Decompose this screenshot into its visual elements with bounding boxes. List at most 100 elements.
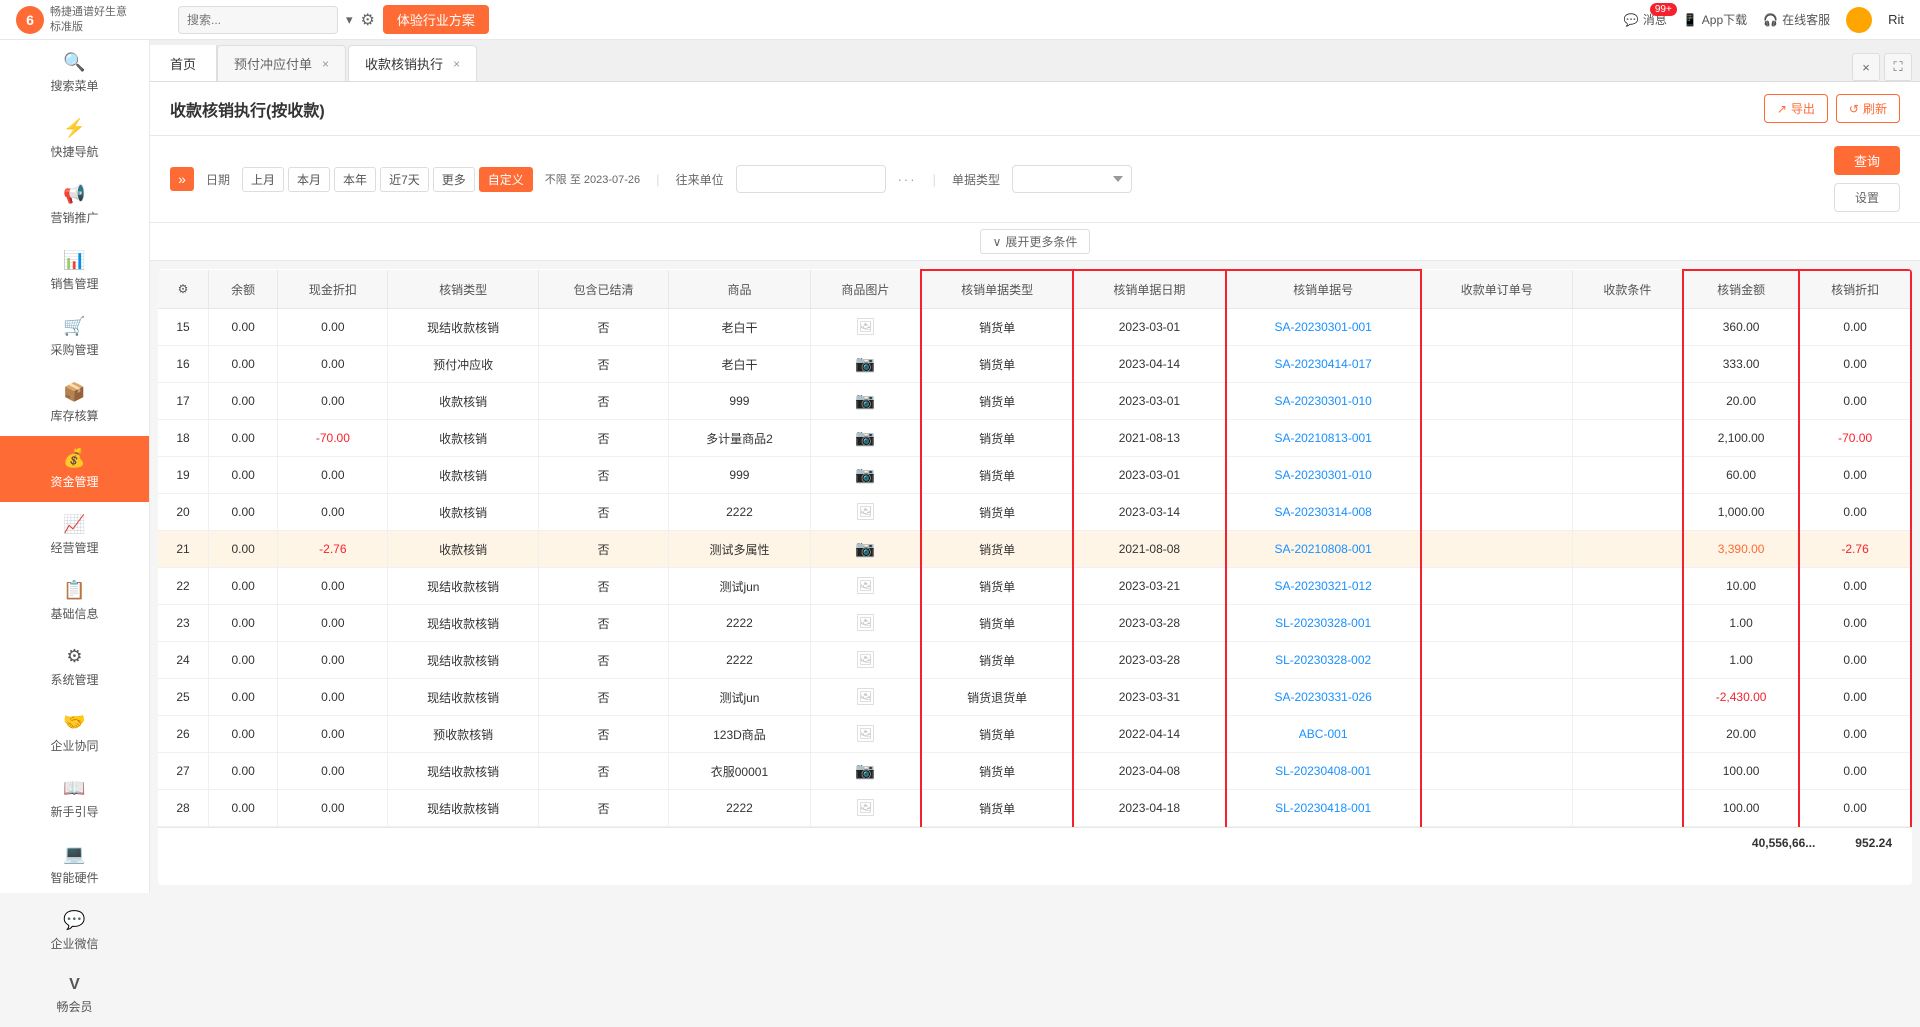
row-doc-no[interactable]: SA-20230301-010 bbox=[1226, 383, 1421, 420]
sidebar-item-wechat[interactable]: 💬 企业微信 bbox=[0, 898, 149, 964]
row-doc-no[interactable]: SA-20230331-026 bbox=[1226, 679, 1421, 716]
sidebar-item-collab[interactable]: 🤝 企业协同 bbox=[0, 700, 149, 766]
sidebar-item-marketing[interactable]: 📢 营销推广 bbox=[0, 172, 149, 238]
row-id: 28 bbox=[158, 790, 209, 827]
this-month-btn[interactable]: 本月 bbox=[288, 167, 330, 192]
tab-verify[interactable]: 收款核销执行 × bbox=[348, 45, 477, 81]
sidebar-item-hardware[interactable]: 💻 智能硬件 bbox=[0, 832, 149, 898]
sidebar-item-basic[interactable]: 📋 基础信息 bbox=[0, 568, 149, 634]
row-product-img: 📷 bbox=[810, 457, 921, 494]
row-verify-type: 现结收款核销 bbox=[388, 642, 539, 679]
tab-prepay-close[interactable]: × bbox=[322, 57, 329, 71]
row-verify-type: 现结收款核销 bbox=[388, 679, 539, 716]
sidebar-item-operations[interactable]: 📈 经营管理 bbox=[0, 502, 149, 568]
row-doc-no[interactable]: SA-20210808-001 bbox=[1226, 531, 1421, 568]
export-btn[interactable]: ↗ 导出 bbox=[1764, 94, 1828, 123]
table-wrapper[interactable]: ⚙ 余额 现金折扣 核销类型 包含已结清 商品 商品图片 核销单据类型 核销单据… bbox=[158, 269, 1912, 885]
row-cash-discount: 0.00 bbox=[278, 383, 388, 420]
industry-btn[interactable]: 体验行业方案 bbox=[383, 5, 489, 34]
table-row: 200.000.00收款核销否2222🖼销货单2023-03-14SA-2023… bbox=[158, 494, 1911, 531]
this-year-btn[interactable]: 本年 bbox=[334, 167, 376, 192]
top-gear-icon[interactable]: ⚙ bbox=[361, 10, 375, 30]
row-balance: 0.00 bbox=[209, 642, 278, 679]
tab-prepay[interactable]: 预付冲应付单 × bbox=[217, 45, 346, 81]
row-doc-no[interactable]: SL-20230328-001 bbox=[1226, 605, 1421, 642]
settings-filter-btn[interactable]: 设置 bbox=[1834, 183, 1900, 212]
table-row: 220.000.00现结收款核销否测试jun🖼销货单2023-03-21SA-2… bbox=[158, 568, 1911, 605]
row-id: 16 bbox=[158, 346, 209, 383]
sidebar-item-guide[interactable]: 📖 新手引导 bbox=[0, 766, 149, 832]
row-doc-no[interactable]: SL-20230418-001 bbox=[1226, 790, 1421, 827]
page-title: 收款核销执行(按收款) bbox=[170, 97, 325, 121]
app-download-btn[interactable]: 📱 App下载 bbox=[1683, 11, 1747, 28]
row-discount: 0.00 bbox=[1799, 346, 1911, 383]
row-doc-no[interactable]: SA-20230301-010 bbox=[1226, 457, 1421, 494]
row-balance: 0.00 bbox=[209, 716, 278, 753]
row-balance: 0.00 bbox=[209, 383, 278, 420]
filter-divider-2: | bbox=[933, 172, 936, 187]
user-name[interactable]: Rit bbox=[1888, 12, 1904, 27]
row-doc-no[interactable]: SL-20230328-002 bbox=[1226, 642, 1421, 679]
row-amount: 60.00 bbox=[1683, 457, 1799, 494]
sidebar-item-quicknav[interactable]: ⚡ 快捷导航 bbox=[0, 106, 149, 172]
purchase-icon: 🛒 bbox=[63, 316, 85, 337]
row-doc-no[interactable]: SA-20230414-017 bbox=[1226, 346, 1421, 383]
row-payment-condition bbox=[1572, 309, 1683, 346]
tab-fullscreen-btn[interactable]: ⛶ bbox=[1884, 53, 1912, 81]
row-cash-discount: 0.00 bbox=[278, 753, 388, 790]
expand-more-btn[interactable]: ∨ 展开更多条件 bbox=[980, 229, 1091, 254]
more-date-btn[interactable]: 更多 bbox=[433, 167, 475, 192]
row-doc-no[interactable]: ABC-001 bbox=[1226, 716, 1421, 753]
tab-home[interactable]: 首页 bbox=[150, 45, 217, 81]
last-7days-btn[interactable]: 近7天 bbox=[380, 167, 429, 192]
row-payment-condition bbox=[1572, 346, 1683, 383]
sidebar-item-search[interactable]: 🔍 搜索菜单 bbox=[0, 40, 149, 106]
row-product: 老白干 bbox=[669, 346, 811, 383]
row-verify-type: 收款核销 bbox=[388, 531, 539, 568]
tab-verify-close[interactable]: × bbox=[453, 57, 460, 71]
last-month-btn[interactable]: 上月 bbox=[242, 167, 284, 192]
row-doc-no[interactable]: SA-20230301-001 bbox=[1226, 309, 1421, 346]
row-discount: 0.00 bbox=[1799, 753, 1911, 790]
row-included: 否 bbox=[538, 679, 668, 716]
row-doc-no[interactable]: SA-20230314-008 bbox=[1226, 494, 1421, 531]
sidebar-label-sales: 销售管理 bbox=[50, 275, 98, 292]
sidebar-item-finance[interactable]: 💰 资金管理 bbox=[0, 436, 149, 502]
row-verify-type: 预付冲应收 bbox=[388, 346, 539, 383]
row-doc-no[interactable]: SA-20210813-001 bbox=[1226, 420, 1421, 457]
col-order-no: 收款单订单号 bbox=[1421, 270, 1572, 309]
filter-toggle-btn[interactable]: » bbox=[170, 167, 194, 191]
row-included: 否 bbox=[538, 346, 668, 383]
row-verify-type: 现结收款核销 bbox=[388, 605, 539, 642]
col-settings[interactable]: ⚙ bbox=[158, 270, 209, 309]
sidebar-item-system[interactable]: ⚙ 系统管理 bbox=[0, 634, 149, 700]
row-doc-no[interactable]: SL-20230408-001 bbox=[1226, 753, 1421, 790]
sidebar-item-sales[interactable]: 📊 销售管理 bbox=[0, 238, 149, 304]
tab-close-all-btn[interactable]: × bbox=[1852, 53, 1880, 81]
expand-label: 展开更多条件 bbox=[1005, 233, 1077, 250]
row-doc-type: 销货单 bbox=[921, 383, 1073, 420]
user-avatar[interactable] bbox=[1846, 7, 1872, 33]
voucher-type-select[interactable] bbox=[1012, 165, 1132, 193]
top-dropdown-icon[interactable]: ▾ bbox=[346, 12, 353, 28]
top-nav: ▾ ⚙ 体验行业方案 bbox=[178, 5, 1612, 34]
partner-filter-input[interactable] bbox=[736, 165, 886, 193]
footer-amount: 40,556,66... bbox=[1752, 836, 1815, 850]
sidebar-item-member[interactable]: V 畅会员 bbox=[0, 964, 149, 1027]
row-order-no bbox=[1421, 642, 1572, 679]
sidebar-item-inventory[interactable]: 📦 库存核算 bbox=[0, 370, 149, 436]
member-icon: V bbox=[69, 976, 80, 994]
col-included: 包含已结清 bbox=[538, 270, 668, 309]
row-doc-no[interactable]: SA-20230321-012 bbox=[1226, 568, 1421, 605]
refresh-btn[interactable]: ↺ 刷新 bbox=[1836, 94, 1900, 123]
row-cash-discount: -70.00 bbox=[278, 420, 388, 457]
sidebar-label-member: 畅会员 bbox=[56, 998, 92, 1015]
online-service-btn[interactable]: 🎧 在线客服 bbox=[1763, 11, 1830, 28]
sidebar-item-purchase[interactable]: 🛒 采购管理 bbox=[0, 304, 149, 370]
messages-btn[interactable]: 💬 消息 99+ bbox=[1624, 11, 1667, 28]
top-search-input[interactable] bbox=[178, 6, 338, 34]
col-product: 商品 bbox=[669, 270, 811, 309]
query-btn[interactable]: 查询 bbox=[1834, 146, 1900, 175]
custom-date-btn[interactable]: 自定义 bbox=[479, 167, 533, 192]
col-verify-type: 核销类型 bbox=[388, 270, 539, 309]
